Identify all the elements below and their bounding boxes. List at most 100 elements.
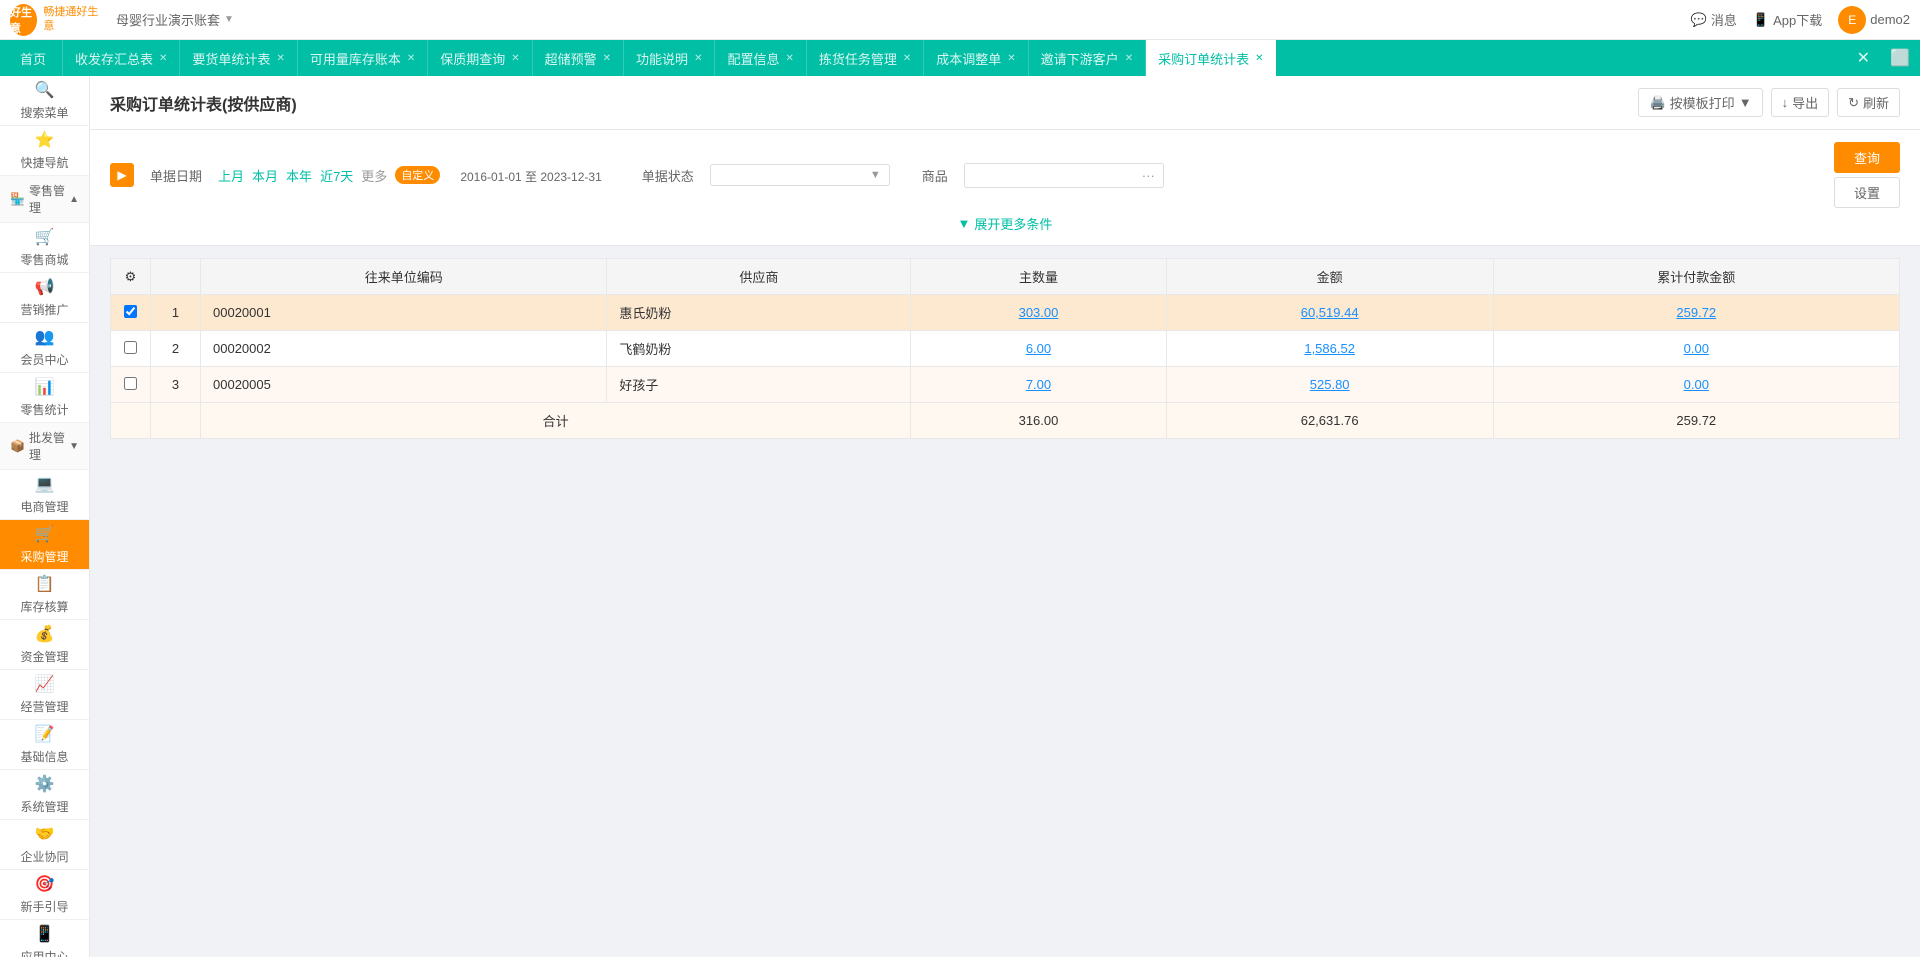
- logo-area: 好生意 畅捷通好生意: [10, 4, 100, 36]
- export-label: 导出: [1792, 93, 1818, 112]
- date-last-month[interactable]: 上月: [218, 166, 244, 185]
- sidebar-item-appcenter[interactable]: 📱 应用中心: [0, 920, 89, 957]
- row-amount[interactable]: 60,519.44: [1166, 295, 1493, 331]
- sidebar-item-business[interactable]: 📈 经营管理: [0, 670, 89, 720]
- filter-toggle-btn[interactable]: ▶: [110, 163, 134, 187]
- tab-baozhi-close[interactable]: ✕: [511, 53, 519, 64]
- row-qty[interactable]: 6.00: [911, 331, 1167, 367]
- sidebar-marketing-label: 营销推广: [20, 301, 68, 318]
- tab-chaochuyujing-close[interactable]: ✕: [603, 53, 611, 64]
- tab-peizhi-close[interactable]: ✕: [785, 53, 793, 64]
- tab-shoufa-close[interactable]: ✕: [159, 53, 167, 64]
- tab-yaohuo-close[interactable]: ✕: [276, 53, 284, 64]
- expand-more-btn[interactable]: ▼ 展开更多条件: [958, 214, 1053, 233]
- workspace-selector[interactable]: 母婴行业演示账套 ▼: [116, 10, 1675, 29]
- tab-caigou[interactable]: 采购订单统计表 ✕: [1146, 40, 1276, 76]
- query-button[interactable]: 查询: [1834, 142, 1900, 173]
- tab-shoufa[interactable]: 收发存汇总表 ✕: [63, 40, 180, 76]
- page-title: 采购订单统计表(按供应商): [110, 91, 297, 115]
- tab-chengben-label: 成本调整单: [936, 49, 1001, 68]
- date-custom-badge[interactable]: 自定义: [395, 166, 440, 184]
- finance-icon: 💰: [35, 624, 55, 644]
- top-bar: 好生意 畅捷通好生意 母婴行业演示账套 ▼ 💬 消息 📱 App下载 E dem…: [0, 0, 1920, 40]
- sidebar-item-finance[interactable]: 💰 资金管理: [0, 620, 89, 670]
- row-checkbox[interactable]: [111, 367, 151, 403]
- row-amount[interactable]: 1,586.52: [1166, 331, 1493, 367]
- tab-yaoqing[interactable]: 邀请下游客户 ✕: [1029, 40, 1146, 76]
- sidebar-item-retail[interactable]: 🏪 零售管理 ▲: [0, 176, 89, 223]
- nav-maximize-btn[interactable]: ⬜: [1884, 48, 1916, 68]
- goods-input-wrap: ···: [964, 163, 1164, 188]
- table-row[interactable]: 3 00020005 好孩子 7.00 525.80 0.00: [111, 367, 1900, 403]
- row-paid[interactable]: 259.72: [1493, 295, 1899, 331]
- export-button[interactable]: ↓ 导出: [1771, 88, 1830, 117]
- tab-caigou-close[interactable]: ✕: [1255, 53, 1263, 64]
- app-download-label: App下载: [1773, 10, 1822, 29]
- date-range-display: 2016-01-01 至 2023-12-31: [460, 168, 601, 185]
- col-settings[interactable]: ⚙: [111, 259, 151, 295]
- app-download-btn[interactable]: 📱 App下载: [1753, 10, 1822, 29]
- tab-yaoqing-close[interactable]: ✕: [1125, 53, 1133, 64]
- tab-baozhi[interactable]: 保质期查询 ✕: [428, 40, 532, 76]
- sidebar-item-enterprise[interactable]: 🤝 企业协同: [0, 820, 89, 870]
- sidebar-item-membership[interactable]: 👥 会员中心: [0, 323, 89, 373]
- refresh-label: 刷新: [1863, 93, 1889, 112]
- print-button[interactable]: 🖨️ 按模板打印 ▼: [1638, 88, 1762, 117]
- row-paid[interactable]: 0.00: [1493, 331, 1899, 367]
- goods-search-dots[interactable]: ···: [1142, 168, 1155, 183]
- sidebar-item-inventory[interactable]: 📋 库存核算: [0, 570, 89, 620]
- row-qty[interactable]: 7.00: [911, 367, 1167, 403]
- col-code: 往来单位编码: [201, 259, 607, 295]
- sidebar-item-retail-stat[interactable]: 📊 零售统计: [0, 373, 89, 423]
- sidebar-item-quicknav[interactable]: ⭐ 快捷导航: [0, 126, 89, 176]
- sidebar-item-retail-shop[interactable]: 🛒 零售商城: [0, 223, 89, 273]
- table-row[interactable]: 1 00020001 惠氏奶粉 303.00 60,519.44 259.72: [111, 295, 1900, 331]
- tab-peizhi[interactable]: 配置信息 ✕: [715, 40, 806, 76]
- tab-gongneng-close[interactable]: ✕: [694, 53, 702, 64]
- sidebar-wholesale-label: 批发管理: [29, 429, 69, 463]
- refresh-button[interactable]: ↻ 刷新: [1837, 88, 1900, 117]
- tab-chengben-close[interactable]: ✕: [1007, 53, 1015, 64]
- user-area[interactable]: E demo2: [1838, 6, 1910, 34]
- nav-close-btn[interactable]: ✕: [1851, 48, 1876, 68]
- row-qty[interactable]: 303.00: [911, 295, 1167, 331]
- date-this-year[interactable]: 本年: [286, 166, 312, 185]
- purchase-icon: 🛒: [35, 524, 55, 544]
- tab-home[interactable]: 首页: [4, 40, 63, 76]
- tab-chengben[interactable]: 成本调整单 ✕: [924, 40, 1028, 76]
- tab-chaochuyujing[interactable]: 超储预警 ✕: [533, 40, 624, 76]
- goods-input[interactable]: [973, 168, 1142, 183]
- row-checkbox[interactable]: [111, 331, 151, 367]
- sidebar-item-search[interactable]: 🔍 搜索菜单: [0, 76, 89, 126]
- sidebar-item-sysmanage[interactable]: ⚙️ 系统管理: [0, 770, 89, 820]
- row-checkbox[interactable]: [111, 295, 151, 331]
- row-amount[interactable]: 525.80: [1166, 367, 1493, 403]
- date-last-7days[interactable]: 近7天: [320, 166, 353, 185]
- row-paid[interactable]: 0.00: [1493, 367, 1899, 403]
- sidebar-item-marketing[interactable]: 📢 营销推广: [0, 273, 89, 323]
- page-header: 采购订单统计表(按供应商) 🖨️ 按模板打印 ▼ ↓ 导出 ↻ 刷新: [90, 76, 1920, 130]
- sidebar-appcenter-label: 应用中心: [20, 948, 68, 957]
- tab-jianhuo[interactable]: 拣货任务管理 ✕: [807, 40, 924, 76]
- user-name: demo2: [1870, 12, 1910, 27]
- sidebar-item-purchase[interactable]: 🛒 采购管理: [0, 520, 89, 570]
- tab-jianhuo-close[interactable]: ✕: [903, 53, 911, 64]
- col-amount: 金额: [1166, 259, 1493, 295]
- table-row[interactable]: 2 00020002 飞鹤奶粉 6.00 1,586.52 0.00: [111, 331, 1900, 367]
- settings-button[interactable]: 设置: [1834, 177, 1900, 208]
- tab-yaohuo[interactable]: 要货单统计表 ✕: [180, 40, 297, 76]
- sidebar-item-ecommerce[interactable]: 💻 电商管理: [0, 470, 89, 520]
- tab-keyong-close[interactable]: ✕: [407, 53, 415, 64]
- date-more[interactable]: 更多: [361, 166, 387, 185]
- table-total-row: 合计 316.00 62,631.76 259.72: [111, 403, 1900, 439]
- status-select[interactable]: ▼: [710, 164, 890, 186]
- tab-keyong[interactable]: 可用量库存账本 ✕: [298, 40, 428, 76]
- sidebar-item-basicinfo[interactable]: 📝 基础信息: [0, 720, 89, 770]
- tab-gongneng[interactable]: 功能说明 ✕: [624, 40, 715, 76]
- message-btn[interactable]: 💬 消息: [1691, 10, 1737, 29]
- sidebar-item-newguide[interactable]: 🎯 新手引导: [0, 870, 89, 920]
- date-this-month[interactable]: 本月: [252, 166, 278, 185]
- row-code: 00020001: [201, 295, 607, 331]
- sidebar-business-label: 经营管理: [20, 698, 68, 715]
- sidebar-item-wholesale[interactable]: 📦 批发管理 ▼: [0, 423, 89, 470]
